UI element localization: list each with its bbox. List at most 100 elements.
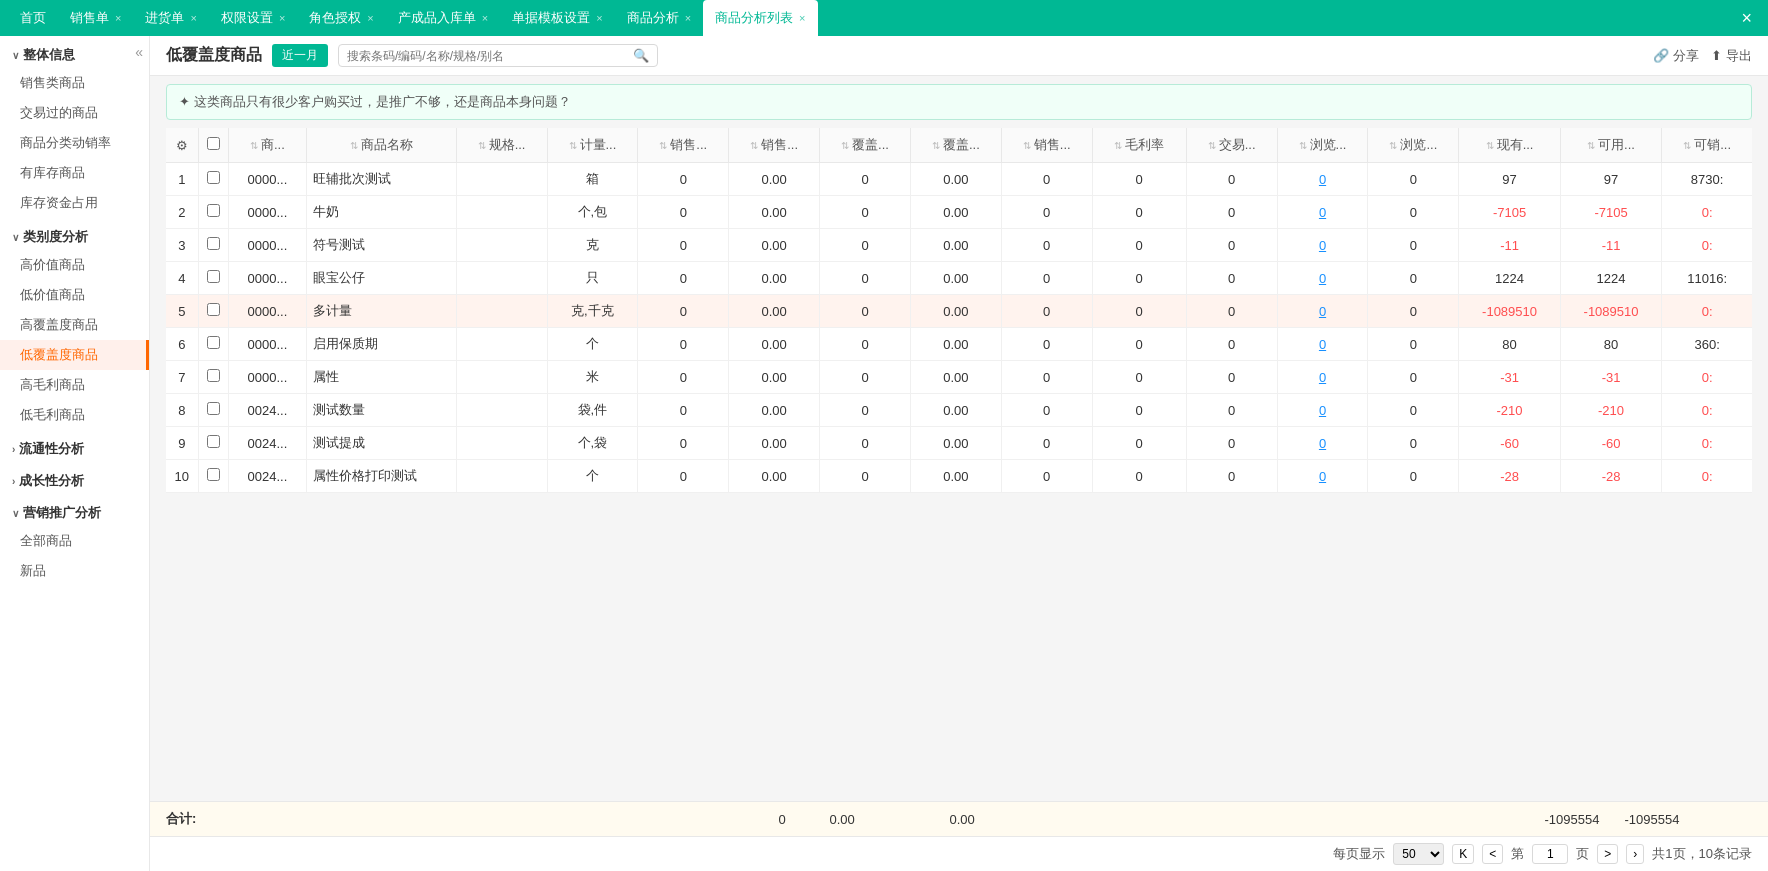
col-gross-rate[interactable]: 毛利率: [1092, 128, 1186, 163]
browse-link[interactable]: 0: [1319, 469, 1326, 484]
nav-role[interactable]: 角色授权 ×: [297, 0, 385, 36]
nav-purchase[interactable]: 进货单 ×: [133, 0, 208, 36]
page-input[interactable]: [1532, 844, 1568, 864]
sidebar-section-growth[interactable]: › 成长性分析: [0, 462, 149, 494]
sidebar-item-category-rate[interactable]: 商品分类动销率: [0, 128, 149, 158]
row-checkbox[interactable]: [198, 262, 228, 295]
col-current[interactable]: 现有...: [1459, 128, 1560, 163]
nav-product-in-close[interactable]: ×: [482, 12, 488, 24]
nav-role-close[interactable]: ×: [367, 12, 373, 24]
row-browse1[interactable]: 0: [1277, 229, 1368, 262]
sidebar-item-high-value[interactable]: 高价值商品: [0, 250, 149, 280]
row-browse1[interactable]: 0: [1277, 163, 1368, 196]
sidebar-item-new-goods[interactable]: 新品: [0, 556, 149, 586]
sidebar-item-high-cover[interactable]: 高覆盖度商品: [0, 310, 149, 340]
row-checkbox[interactable]: [198, 295, 228, 328]
nav-home[interactable]: 首页: [8, 0, 58, 36]
col-saleable[interactable]: 可销...: [1662, 128, 1752, 163]
col-cover2[interactable]: 覆盖...: [910, 128, 1001, 163]
row-checkbox[interactable]: [198, 328, 228, 361]
row-browse1[interactable]: 0: [1277, 460, 1368, 493]
col-sales-qty[interactable]: 销售...: [638, 128, 729, 163]
row-checkbox[interactable]: [198, 460, 228, 493]
col-available[interactable]: 可用...: [1560, 128, 1661, 163]
last-page-btn[interactable]: ›: [1626, 844, 1644, 864]
search-input[interactable]: [347, 49, 633, 63]
sidebar-section-category[interactable]: ∨ 类别度分析: [0, 218, 149, 250]
sidebar-section-marketing[interactable]: ∨ 营销推广分析: [0, 494, 149, 526]
nav-purchase-close[interactable]: ×: [190, 12, 196, 24]
nav-goods-list[interactable]: 商品分析列表 ×: [703, 0, 817, 36]
browse-link[interactable]: 0: [1319, 370, 1326, 385]
sidebar-collapse-btn[interactable]: «: [135, 44, 143, 60]
sidebar-item-stock-fund[interactable]: 库存资金占用: [0, 188, 149, 218]
browse-link[interactable]: 0: [1319, 172, 1326, 187]
next-page-btn[interactable]: >: [1597, 844, 1618, 864]
row-browse1[interactable]: 0: [1277, 295, 1368, 328]
row-browse1[interactable]: 0: [1277, 361, 1368, 394]
row-gross-rate: 0: [1092, 394, 1186, 427]
select-all-checkbox[interactable]: [207, 137, 220, 150]
col-code[interactable]: 商...: [228, 128, 307, 163]
filter-recent-month[interactable]: 近一月: [272, 44, 328, 67]
nav-permission[interactable]: 权限设置 ×: [209, 0, 297, 36]
nav-goods-list-close[interactable]: ×: [799, 12, 805, 24]
row-browse1[interactable]: 0: [1277, 328, 1368, 361]
nav-sales[interactable]: 销售单 ×: [58, 0, 133, 36]
row-checkbox[interactable]: [198, 163, 228, 196]
browse-link[interactable]: 0: [1319, 238, 1326, 253]
browse-link[interactable]: 0: [1319, 271, 1326, 286]
first-page-btn[interactable]: K: [1452, 844, 1474, 864]
row-browse1[interactable]: 0: [1277, 262, 1368, 295]
nav-permission-close[interactable]: ×: [279, 12, 285, 24]
row-code: 0024...: [228, 427, 307, 460]
row-checkbox[interactable]: [198, 361, 228, 394]
col-name[interactable]: 商品名称: [307, 128, 456, 163]
table-wrapper[interactable]: ⚙ 商... 商品名称 规格... 计量... 销售... 销售... 覆盖..…: [150, 128, 1768, 801]
row-browse1[interactable]: 0: [1277, 394, 1368, 427]
col-sales3[interactable]: 销售...: [1001, 128, 1092, 163]
sidebar-item-low-gross[interactable]: 低毛利商品: [0, 400, 149, 430]
sidebar-item-low-cover[interactable]: 低覆盖度商品: [0, 340, 149, 370]
browse-link[interactable]: 0: [1319, 337, 1326, 352]
browse-link[interactable]: 0: [1319, 304, 1326, 319]
sidebar-item-has-stock[interactable]: 有库存商品: [0, 158, 149, 188]
share-btn[interactable]: 🔗 分享: [1653, 47, 1699, 65]
nav-sales-close[interactable]: ×: [115, 12, 121, 24]
col-sales-amt[interactable]: 销售...: [729, 128, 820, 163]
nav-close-all[interactable]: ×: [1733, 8, 1760, 29]
row-sales-amt: 0.00: [729, 394, 820, 427]
row-checkbox[interactable]: [198, 427, 228, 460]
nav-template-close[interactable]: ×: [596, 12, 602, 24]
row-browse1[interactable]: 0: [1277, 427, 1368, 460]
sidebar-section-liquidity[interactable]: › 流通性分析: [0, 430, 149, 462]
nav-goods-analysis[interactable]: 商品分析 ×: [615, 0, 703, 36]
browse-link[interactable]: 0: [1319, 436, 1326, 451]
sidebar-item-high-gross[interactable]: 高毛利商品: [0, 370, 149, 400]
row-browse1[interactable]: 0: [1277, 196, 1368, 229]
col-cover1[interactable]: 覆盖...: [820, 128, 911, 163]
sidebar-item-sales-goods[interactable]: 销售类商品: [0, 68, 149, 98]
nav-goods-analysis-close[interactable]: ×: [685, 12, 691, 24]
col-browse2[interactable]: 浏览...: [1368, 128, 1459, 163]
row-checkbox[interactable]: [198, 394, 228, 427]
col-settings[interactable]: ⚙: [166, 128, 198, 163]
sidebar-item-low-value[interactable]: 低价值商品: [0, 280, 149, 310]
sidebar-item-all-goods[interactable]: 全部商品: [0, 526, 149, 556]
sidebar-section-overall[interactable]: ∨ 整体信息: [0, 36, 149, 68]
col-browse1[interactable]: 浏览...: [1277, 128, 1368, 163]
nav-template[interactable]: 单据模板设置 ×: [500, 0, 614, 36]
per-page-select[interactable]: 50 100 200: [1393, 843, 1444, 865]
col-unit[interactable]: 计量...: [547, 128, 638, 163]
row-checkbox[interactable]: [198, 196, 228, 229]
nav-product-in[interactable]: 产成品入库单 ×: [386, 0, 500, 36]
export-btn[interactable]: ⬆ 导出: [1711, 47, 1752, 65]
row-trade: 0: [1186, 460, 1277, 493]
row-checkbox[interactable]: [198, 229, 228, 262]
browse-link[interactable]: 0: [1319, 403, 1326, 418]
col-trade[interactable]: 交易...: [1186, 128, 1277, 163]
sidebar-item-traded-goods[interactable]: 交易过的商品: [0, 98, 149, 128]
col-spec[interactable]: 规格...: [456, 128, 547, 163]
prev-page-btn[interactable]: <: [1482, 844, 1503, 864]
browse-link[interactable]: 0: [1319, 205, 1326, 220]
